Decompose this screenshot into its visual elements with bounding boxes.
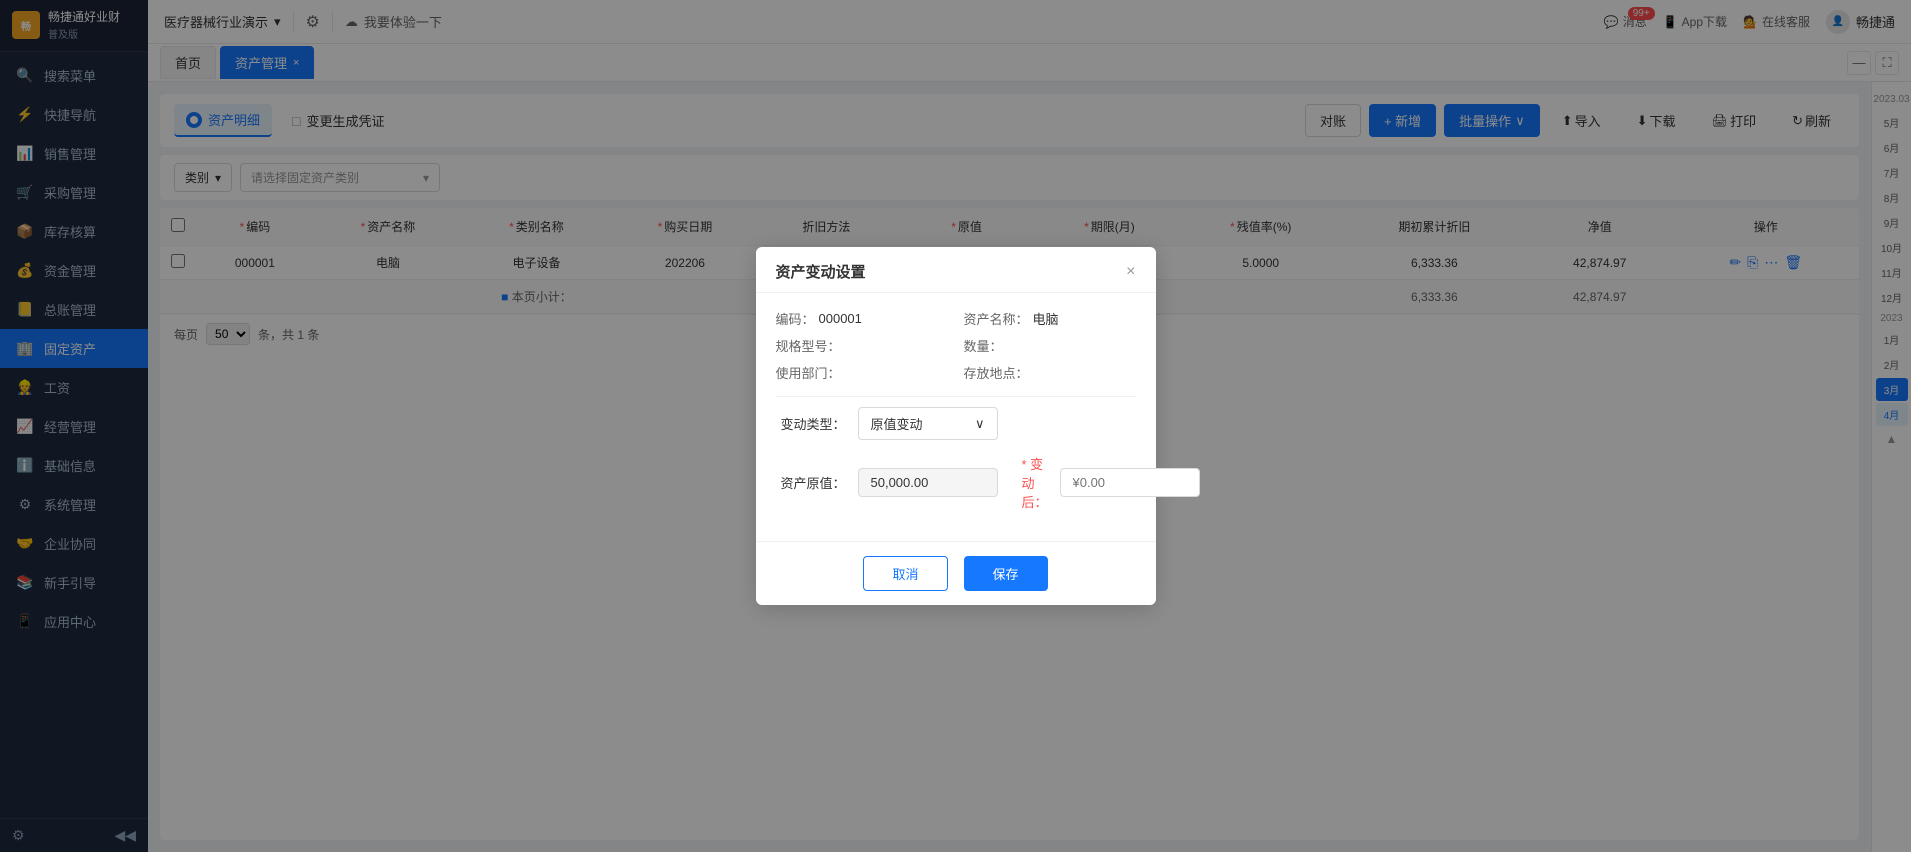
modal-info-grid: 编码： 000001 资产名称： 电脑 规格型号： 数量： 使用部门： <box>776 309 1136 382</box>
asset-change-modal: 资产变动设置 × 编码： 000001 资产名称： 电脑 规格型号： 数量： <box>756 247 1156 605</box>
modal-title: 资产变动设置 <box>776 261 866 282</box>
modal-spec-item: 规格型号： <box>776 336 948 355</box>
modal-name-item: 资产名称： 电脑 <box>964 309 1136 328</box>
modal-name-value: 电脑 <box>1033 309 1059 328</box>
modal-body: 编码： 000001 资产名称： 电脑 规格型号： 数量： 使用部门： <box>756 293 1156 541</box>
modal-overlay: 资产变动设置 × 编码： 000001 资产名称： 电脑 规格型号： 数量： <box>0 0 1911 852</box>
modal-quantity-label: 数量： <box>964 336 1003 355</box>
modal-original-value-field: 资产原值： * 变动后： <box>776 454 1136 511</box>
modal-name-label: 资产名称： <box>964 309 1029 328</box>
modal-change-type-value: 原值变动 <box>871 414 923 433</box>
save-btn[interactable]: 保存 <box>964 556 1048 591</box>
modal-footer: 取消 保存 <box>756 541 1156 605</box>
modal-dept-label: 使用部门： <box>776 363 841 382</box>
modal-close-btn[interactable]: × <box>1126 263 1135 281</box>
change-type-arrow-icon: ∨ <box>975 416 985 432</box>
modal-original-value-input[interactable] <box>858 468 998 497</box>
modal-original-value-label: 资产原值： <box>776 473 846 492</box>
modal-quantity-item: 数量： <box>964 336 1136 355</box>
modal-code-item: 编码： 000001 <box>776 309 948 328</box>
modal-header: 资产变动设置 × <box>756 247 1156 293</box>
modal-after-change-input[interactable] <box>1060 468 1200 497</box>
cancel-btn[interactable]: 取消 <box>863 556 947 591</box>
modal-location-item: 存放地点： <box>964 363 1136 382</box>
modal-code-value: 000001 <box>819 311 862 326</box>
modal-location-label: 存放地点： <box>964 363 1029 382</box>
modal-change-type-select[interactable]: 原值变动 ∨ <box>858 407 998 440</box>
modal-dept-item: 使用部门： <box>776 363 948 382</box>
modal-spec-label: 规格型号： <box>776 336 841 355</box>
modal-code-label: 编码： <box>776 309 815 328</box>
modal-divider <box>776 396 1136 397</box>
modal-after-change-label: * 变动后： <box>1022 454 1048 511</box>
modal-change-type-label: 变动类型： <box>776 414 846 433</box>
modal-change-type-field: 变动类型： 原值变动 ∨ <box>776 407 1136 440</box>
